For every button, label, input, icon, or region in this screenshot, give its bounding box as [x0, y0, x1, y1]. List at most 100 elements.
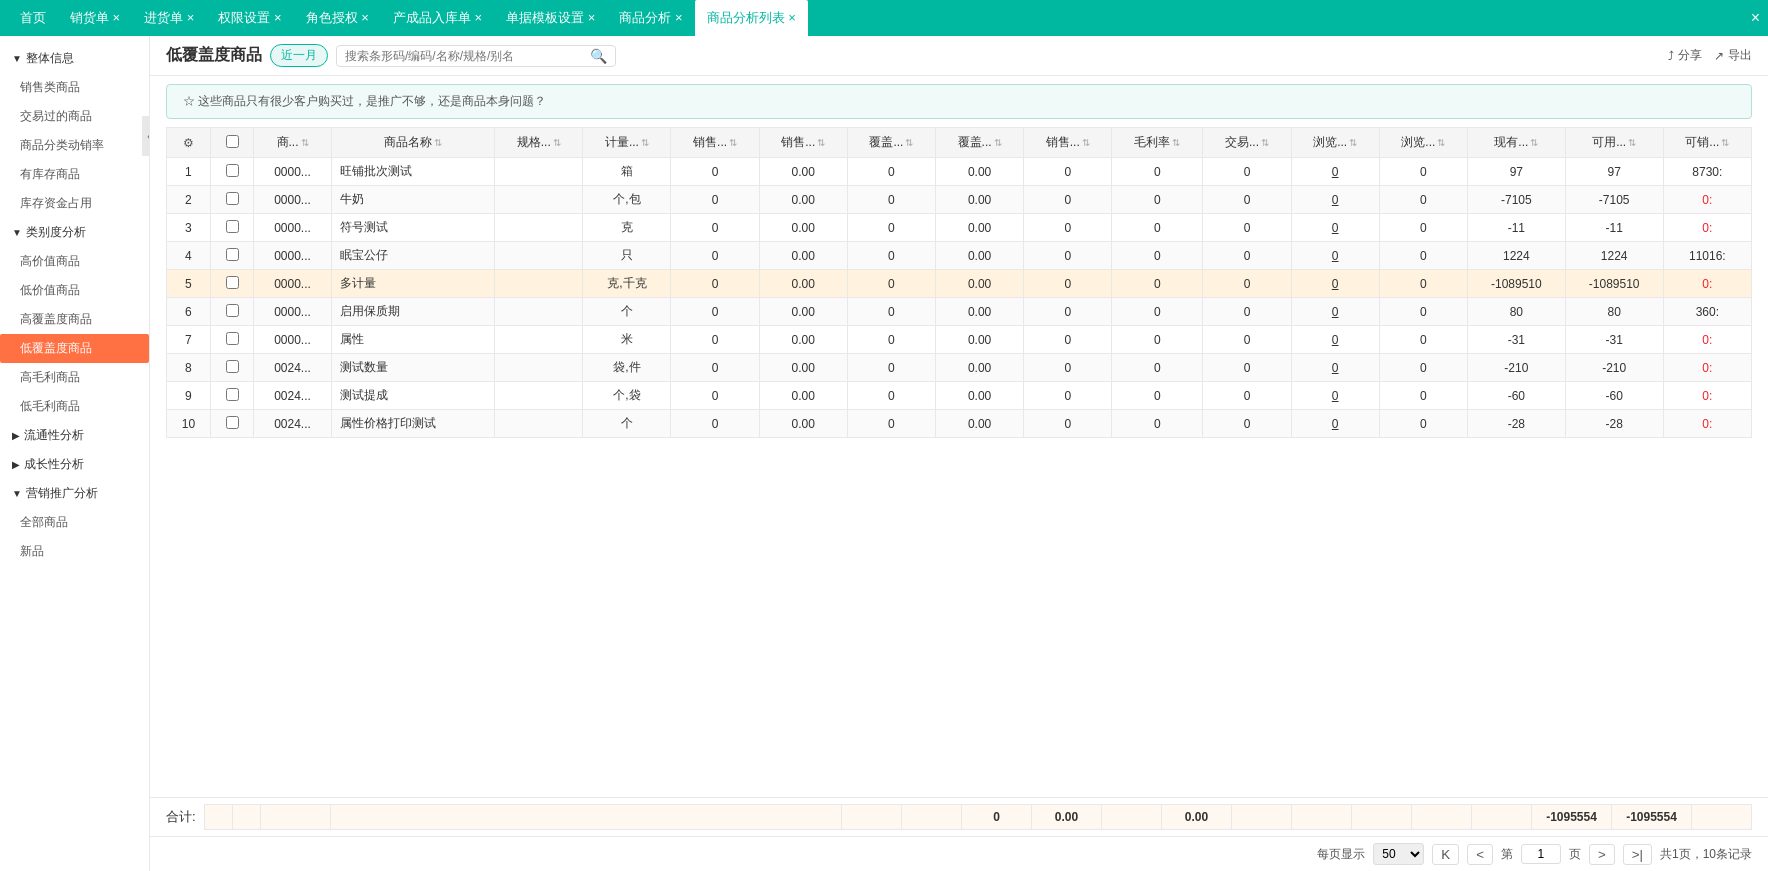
nav-template[interactable]: 单据模板设置 ×: [494, 0, 607, 36]
sidebar-section-marketing[interactable]: ▼ 营销推广分析: [0, 479, 149, 508]
row-checkbox[interactable]: [210, 410, 253, 438]
col-unit: 计量...⇅: [583, 128, 671, 158]
table-row: 5 0000... 多计量 克,千克 0 0.00 0 0.00 0 0 0 0…: [167, 270, 1752, 298]
total-label: 合计:: [166, 808, 196, 826]
window-close-button[interactable]: ×: [1751, 9, 1760, 27]
row-cover1: 0: [847, 270, 935, 298]
sidebar-section-circulation[interactable]: ▶ 流通性分析: [0, 421, 149, 450]
row-browse1[interactable]: 0: [1291, 186, 1379, 214]
table-header-row: ⚙ 商...⇅ 商品名称⇅ 规格...⇅ 计量...⇅ 销售...⇅ 销售...…: [167, 128, 1752, 158]
nav-product-analysis-list[interactable]: 商品分析列表 ×: [695, 0, 808, 36]
row-name[interactable]: 眠宝公仔: [331, 242, 494, 270]
sidebar-item-all-goods[interactable]: 全部商品: [0, 508, 149, 537]
col-settings[interactable]: ⚙: [167, 128, 211, 158]
row-gross-rate: 0: [1112, 326, 1203, 354]
export-button[interactable]: ↗ 导出: [1714, 47, 1752, 64]
row-cover2: 0.00: [936, 186, 1024, 214]
nav-product-in[interactable]: 产成品入库单 ×: [381, 0, 494, 36]
prev-page-button[interactable]: <: [1467, 844, 1493, 865]
sidebar-item-sales-goods[interactable]: 销售类商品: [0, 73, 149, 102]
row-current: 1224: [1467, 242, 1565, 270]
share-button[interactable]: ⤴ 分享: [1668, 47, 1702, 64]
row-browse1[interactable]: 0: [1291, 214, 1379, 242]
sidebar-item-new-goods[interactable]: 新品: [0, 537, 149, 566]
row-sales-amt: 0.00: [759, 270, 847, 298]
time-filter-button[interactable]: 近一月: [270, 44, 328, 67]
row-name[interactable]: 符号测试: [331, 214, 494, 242]
sidebar-item-capital[interactable]: 库存资金占用: [0, 189, 149, 218]
summary-current: -1095554: [1532, 805, 1612, 830]
sidebar-item-category-rate[interactable]: 商品分类动销率: [0, 131, 149, 160]
nav-product-analysis[interactable]: 商品分析 ×: [607, 0, 694, 36]
row-cover2: 0.00: [936, 354, 1024, 382]
sidebar-item-in-stock[interactable]: 有库存商品: [0, 160, 149, 189]
row-spec: [495, 354, 583, 382]
row-browse1[interactable]: 0: [1291, 354, 1379, 382]
row-name[interactable]: 启用保质期: [331, 298, 494, 326]
first-page-button[interactable]: K: [1432, 844, 1459, 865]
row-checkbox[interactable]: [210, 326, 253, 354]
row-browse1[interactable]: 0: [1291, 242, 1379, 270]
row-checkbox[interactable]: [210, 242, 253, 270]
sidebar-item-high-value[interactable]: 高价值商品: [0, 247, 149, 276]
row-name[interactable]: 属性价格打印测试: [331, 410, 494, 438]
col-trade: 交易...⇅: [1203, 128, 1291, 158]
sidebar-item-high-coverage[interactable]: 高覆盖度商品: [0, 305, 149, 334]
row-checkbox[interactable]: [210, 214, 253, 242]
nav-sales-order[interactable]: 销货单 ×: [58, 0, 132, 36]
col-browse2: 浏览...⇅: [1379, 128, 1467, 158]
row-name[interactable]: 属性: [331, 326, 494, 354]
row-browse1[interactable]: 0: [1291, 158, 1379, 186]
row-checkbox[interactable]: [210, 298, 253, 326]
row-name[interactable]: 多计量: [331, 270, 494, 298]
row-checkbox[interactable]: [210, 186, 253, 214]
row-name[interactable]: 测试数量: [331, 354, 494, 382]
table-row: 6 0000... 启用保质期 个 0 0.00 0 0.00 0 0 0 0 …: [167, 298, 1752, 326]
row-trade: 0: [1203, 186, 1291, 214]
select-all-checkbox[interactable]: [226, 135, 239, 148]
sidebar-section-category[interactable]: ▼ 类别度分析: [0, 218, 149, 247]
row-cover2: 0.00: [936, 242, 1024, 270]
row-saleable: 11016:: [1663, 242, 1751, 270]
nav-permission[interactable]: 权限设置 ×: [206, 0, 293, 36]
next-page-button[interactable]: >: [1589, 844, 1615, 865]
row-gross-rate: 0: [1112, 270, 1203, 298]
row-browse2: 0: [1379, 326, 1467, 354]
row-checkbox[interactable]: [210, 270, 253, 298]
row-browse1[interactable]: 0: [1291, 326, 1379, 354]
sidebar-section-overall[interactable]: ▼ 整体信息: [0, 44, 149, 73]
row-browse1[interactable]: 0: [1291, 410, 1379, 438]
sidebar-item-low-coverage[interactable]: 低覆盖度商品: [0, 334, 149, 363]
row-checkbox[interactable]: [210, 354, 253, 382]
search-input[interactable]: [345, 49, 590, 63]
row-sales-amt: 0.00: [759, 354, 847, 382]
row-checkbox[interactable]: [210, 158, 253, 186]
row-browse1[interactable]: 0: [1291, 270, 1379, 298]
row-name[interactable]: 牛奶: [331, 186, 494, 214]
row-browse1[interactable]: 0: [1291, 382, 1379, 410]
nav-purchase-order[interactable]: 进货单 ×: [132, 0, 206, 36]
search-icon[interactable]: 🔍: [590, 48, 607, 64]
row-name[interactable]: 旺铺批次测试: [331, 158, 494, 186]
sidebar-item-traded-goods[interactable]: 交易过的商品: [0, 102, 149, 131]
page-number-input[interactable]: [1521, 844, 1561, 864]
sidebar-collapse-button[interactable]: «: [142, 116, 150, 156]
row-checkbox[interactable]: [210, 382, 253, 410]
sidebar-item-low-gross[interactable]: 低毛利商品: [0, 392, 149, 421]
row-current: -210: [1467, 354, 1565, 382]
nav-role-auth[interactable]: 角色授权 ×: [294, 0, 381, 36]
page-size-select[interactable]: 50 10 20 100: [1373, 843, 1424, 865]
row-name[interactable]: 测试提成: [331, 382, 494, 410]
sidebar-section-growth[interactable]: ▶ 成长性分析: [0, 450, 149, 479]
row-spec: [495, 242, 583, 270]
summary-sales-amt: 0.00: [1032, 805, 1102, 830]
sidebar-item-low-value[interactable]: 低价值商品: [0, 276, 149, 305]
row-unit: 袋,件: [583, 354, 671, 382]
row-sales-amt: 0.00: [759, 382, 847, 410]
sidebar-item-high-gross[interactable]: 高毛利商品: [0, 363, 149, 392]
last-page-button[interactable]: >|: [1623, 844, 1652, 865]
row-saleable: 0:: [1663, 382, 1751, 410]
nav-home[interactable]: 首页: [8, 0, 58, 36]
row-browse1[interactable]: 0: [1291, 298, 1379, 326]
row-code: 0024...: [254, 354, 332, 382]
